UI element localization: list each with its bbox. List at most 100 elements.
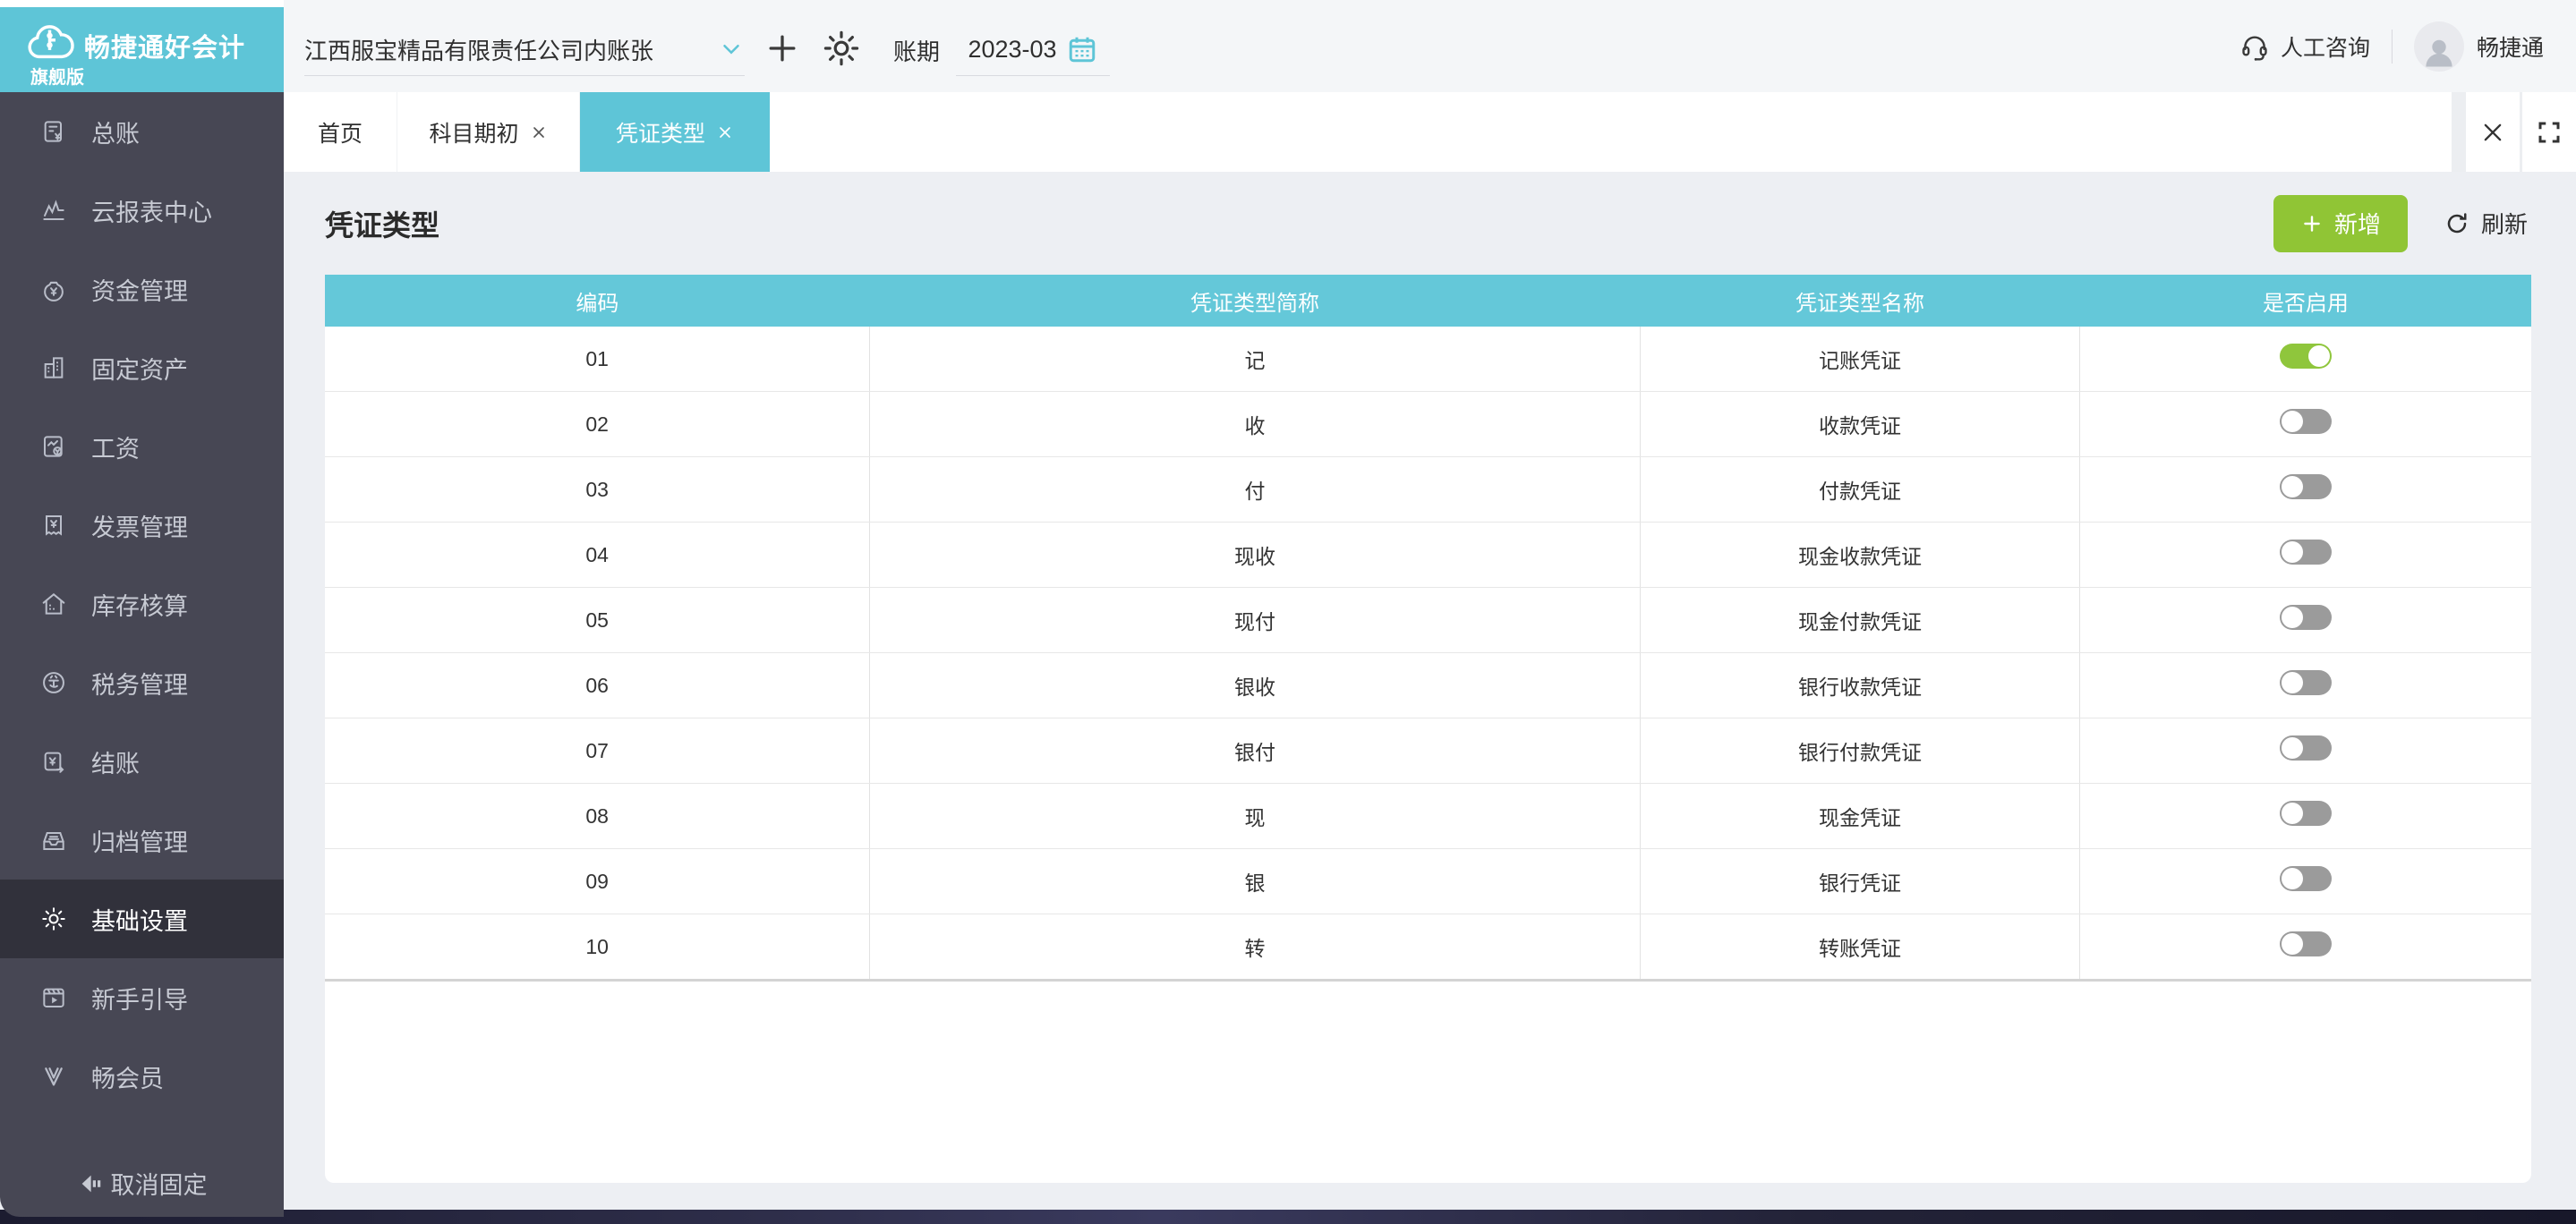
cell-code: 06 <box>325 652 870 718</box>
refresh-button[interactable]: 刷新 <box>2438 206 2533 241</box>
fullscreen-button[interactable] <box>2522 92 2576 172</box>
cell-enabled <box>2079 848 2531 914</box>
sidebar-item-invoices[interactable]: 发票管理 <box>0 486 284 565</box>
sidebar-item-label: 工资 <box>91 435 140 463</box>
tab-label: 凭证类型 <box>615 121 705 147</box>
cell-short-name: 现收 <box>869 522 1641 588</box>
close-tab-icon[interactable] <box>530 123 548 141</box>
col-header-enabled: 是否启用 <box>2079 275 2531 327</box>
enable-toggle[interactable] <box>2280 735 2333 761</box>
money-bag-icon <box>44 281 64 302</box>
enable-toggle[interactable] <box>2280 605 2333 630</box>
username[interactable]: 畅捷通 <box>2477 30 2544 63</box>
toggle-knob <box>2282 672 2304 693</box>
toggle-knob <box>2282 933 2304 955</box>
enable-toggle[interactable] <box>2280 474 2333 499</box>
table-row: 03 付 付款凭证 <box>325 456 2531 523</box>
header-actions: 新增 刷新 <box>2273 194 2533 252</box>
sidebar-item-membership[interactable]: 畅会员 <box>0 1037 284 1116</box>
sidebar-item-label: 库存核算 <box>91 592 188 620</box>
enable-toggle[interactable] <box>2280 866 2333 891</box>
refresh-button-label: 刷新 <box>2480 211 2528 238</box>
close-tabs-button[interactable] <box>2466 92 2520 172</box>
unpin-sidebar-button[interactable]: 取消固定 <box>0 1166 284 1201</box>
cell-short-name: 银 <box>869 848 1641 914</box>
cell-short-name: 转 <box>869 914 1641 982</box>
cell-code: 05 <box>325 587 870 653</box>
table-header-row: 编码 凭证类型简称 凭证类型名称 是否启用 <box>325 275 2531 327</box>
cell-short-name: 银付 <box>869 718 1641 784</box>
salary-doc-icon <box>44 436 63 457</box>
toggle-knob <box>2282 476 2304 497</box>
toggle-knob <box>2282 803 2304 824</box>
sidebar-item-salary[interactable]: 工资 <box>0 407 284 486</box>
col-header-name: 凭证类型名称 <box>1640 275 2080 327</box>
enable-toggle[interactable] <box>2280 540 2333 565</box>
add-account-set-button[interactable] <box>763 29 802 68</box>
sidebar-item-label: 基础设置 <box>91 907 188 935</box>
cell-enabled <box>2079 652 2531 718</box>
table-row: 07 银付 银行付款凭证 <box>325 718 2531 784</box>
enable-toggle[interactable] <box>2280 801 2333 826</box>
v-member-icon <box>45 1067 63 1086</box>
divider <box>2391 29 2393 64</box>
sidebar-item-beginner-guide[interactable]: 新手引导 <box>0 958 284 1037</box>
company-selector[interactable]: 江西服宝精品有限责任公司内账张 <box>304 23 745 76</box>
cell-name: 转账凭证 <box>1639 914 2080 982</box>
enable-toggle[interactable] <box>2280 344 2333 369</box>
cell-enabled <box>2079 522 2531 588</box>
col-header-short-name: 凭证类型简称 <box>869 275 1641 327</box>
period-value: 2023-03 <box>968 35 1057 63</box>
account-settings-gear-icon[interactable] <box>820 27 863 70</box>
sidebar-item-inventory[interactable]: 库存核算 <box>0 565 284 643</box>
enable-toggle[interactable] <box>2280 409 2333 434</box>
archive-icon <box>43 832 64 850</box>
sidebar-item-label: 云报表中心 <box>91 199 212 226</box>
enable-toggle[interactable] <box>2280 670 2333 695</box>
sidebar-item-tax[interactable]: 税务管理 <box>0 643 284 722</box>
headset-icon <box>2239 31 2270 62</box>
sidebar-item-archive[interactable]: 归档管理 <box>0 801 284 880</box>
sidebar-item-label: 总账 <box>91 120 140 148</box>
sidebar-item-label: 畅会员 <box>91 1065 164 1092</box>
support-button[interactable]: 人工咨询 <box>2239 30 2370 63</box>
table-row: 01 记 记账凭证 <box>325 327 2531 392</box>
sidebar-item-cloud-reports[interactable]: 云报表中心 <box>0 171 284 250</box>
add-button[interactable]: 新增 <box>2273 194 2408 252</box>
close-tab-icon[interactable] <box>716 123 734 141</box>
period-date-picker[interactable]: 2023-03 <box>956 23 1110 76</box>
sidebar-item-label: 结账 <box>91 750 140 778</box>
cell-name: 现金凭证 <box>1639 783 2080 849</box>
sidebar-item-closing[interactable]: 结账 <box>0 722 284 801</box>
toggle-knob <box>2282 868 2304 889</box>
avatar[interactable] <box>2413 21 2464 72</box>
sidebar-item-fixed-assets[interactable]: 固定资产 <box>0 328 284 407</box>
tab-subject-init[interactable]: 科目期初 <box>397 92 580 172</box>
brand-logo: 畅捷通好会计 旗舰版 <box>0 7 284 92</box>
warehouse-icon <box>42 593 65 615</box>
sidebar-item-basic-settings[interactable]: 基础设置 <box>0 880 284 958</box>
toggle-knob <box>2282 541 2304 563</box>
sidebar-item-label: 新手引导 <box>91 986 188 1014</box>
cell-name: 记账凭证 <box>1639 327 2080 392</box>
cell-short-name: 收 <box>869 391 1641 457</box>
cell-name: 银行付款凭证 <box>1639 718 2080 784</box>
tab-voucher-type[interactable]: 凭证类型 <box>580 92 770 172</box>
voucher-type-table: 编码 凭证类型简称 凭证类型名称 是否启用 01 记 记账凭证 02 收 收款凭… <box>325 275 2531 982</box>
page-header: 凭证类型 新增 刷新 <box>284 172 2576 275</box>
sidebar-item-label: 归档管理 <box>91 829 188 856</box>
table-row: 04 现收 现金收款凭证 <box>325 522 2531 588</box>
topbar: 畅捷通好会计 旗舰版 江西服宝精品有限责任公司内账张 账期 2023-03 人工… <box>0 0 2576 92</box>
tab-home[interactable]: 首页 <box>284 92 397 172</box>
cell-code: 01 <box>325 327 870 392</box>
ledger-icon <box>44 121 62 142</box>
cell-enabled <box>2079 783 2531 849</box>
sidebar-item-general-ledger[interactable]: 总账 <box>0 92 284 171</box>
enable-toggle[interactable] <box>2280 931 2333 956</box>
sidebar-item-funds[interactable]: 资金管理 <box>0 250 284 328</box>
cell-code: 10 <box>325 914 870 982</box>
tab-controls <box>2452 92 2576 172</box>
cell-enabled <box>2079 914 2531 982</box>
report-chart-icon <box>43 200 64 220</box>
cell-short-name: 现付 <box>869 587 1641 653</box>
